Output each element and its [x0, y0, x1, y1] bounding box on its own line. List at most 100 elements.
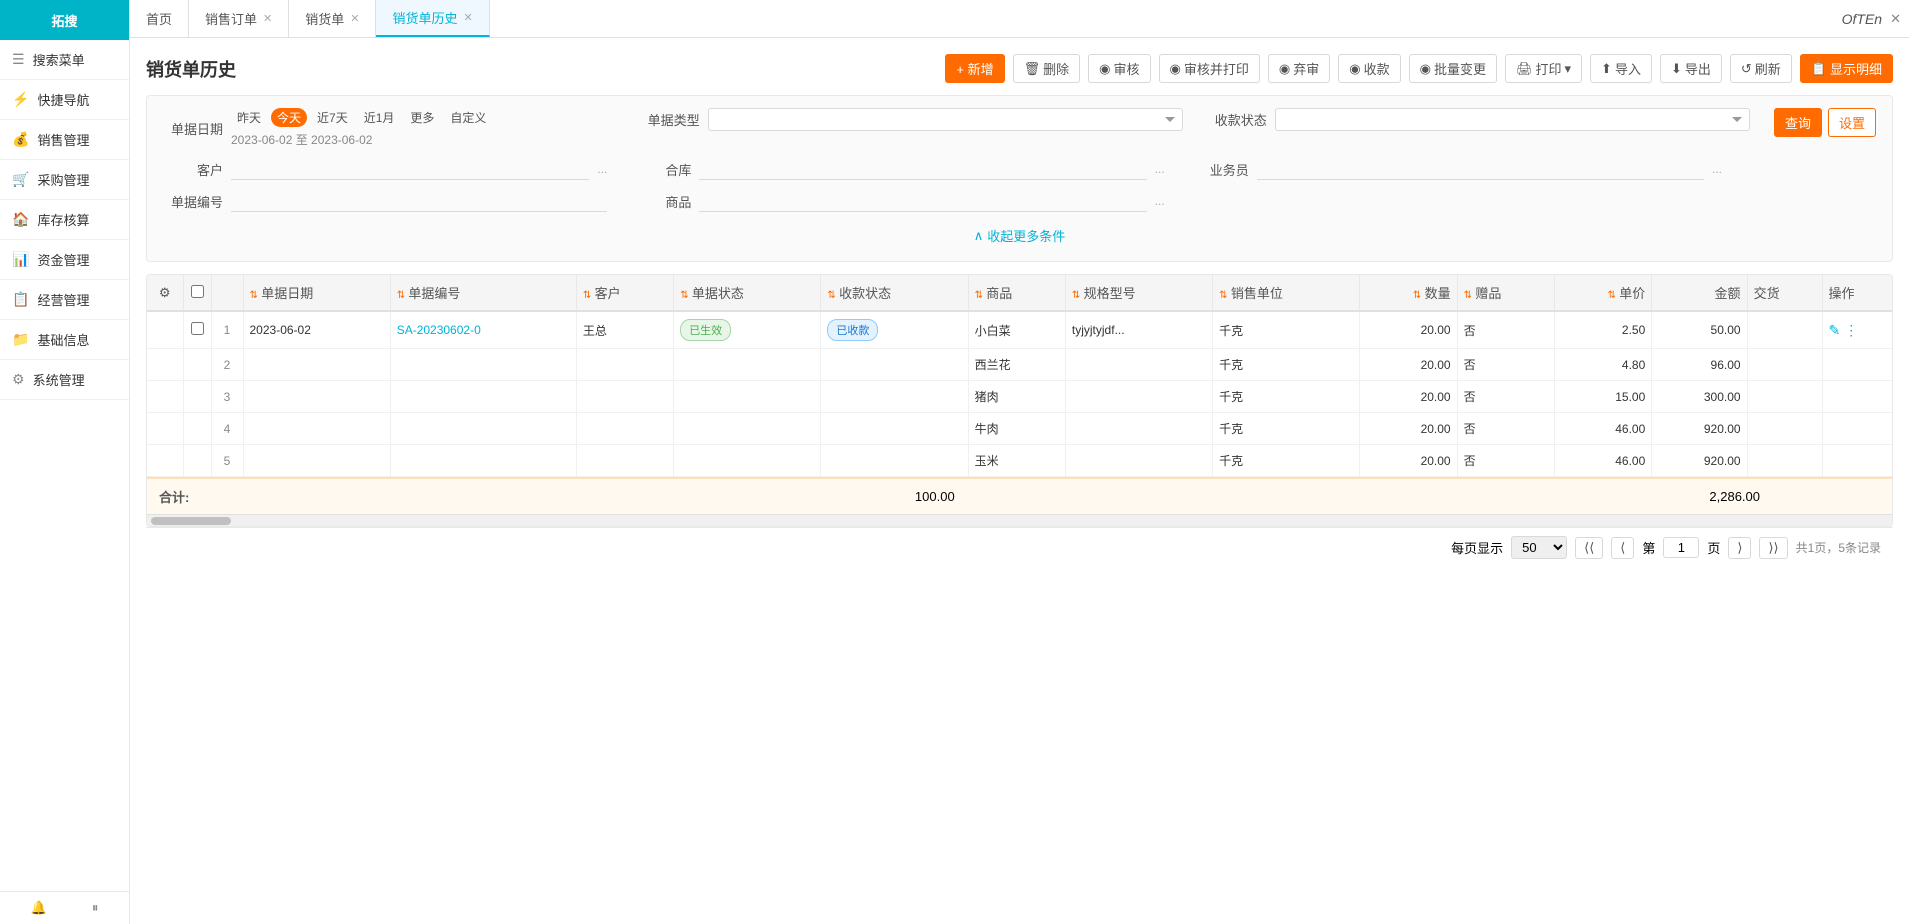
tab-sales-order[interactable]: 销售订单 ✕ [189, 0, 289, 37]
row-checkbox[interactable] [191, 322, 204, 335]
col-gift[interactable]: ⇅ 赠品 [1457, 275, 1554, 311]
page-number-input[interactable] [1663, 537, 1699, 558]
first-page-button[interactable]: ⟨⟨ [1575, 537, 1603, 559]
doc-type-select[interactable] [708, 108, 1183, 131]
shortcut-more[interactable]: 更多 [404, 108, 440, 127]
tab-close-sales-order[interactable]: ✕ [263, 12, 272, 25]
shortcut-1month[interactable]: 近1月 [358, 108, 401, 127]
sidebar-item-purchase-mgmt[interactable]: 🛒 采购管理 [0, 160, 129, 200]
goods-dots[interactable]: ... [1155, 194, 1165, 208]
refresh-button[interactable]: ↺ 刷新 [1730, 54, 1792, 83]
horizontal-scrollbar[interactable] [147, 514, 1892, 526]
col-unit-price[interactable]: ⇅ 单价 [1554, 275, 1651, 311]
import-button[interactable]: ⬆ 导入 [1590, 54, 1652, 83]
cell-checkbox [183, 349, 211, 381]
cell-unit: 千克 [1213, 311, 1360, 349]
col-customer[interactable]: ⇅ 客户 [576, 275, 673, 311]
print-button[interactable]: 🖨 打印 ▾ [1505, 54, 1582, 83]
page-suffix: 页 [1707, 538, 1720, 557]
query-button[interactable]: 查询 [1774, 108, 1822, 137]
col-goods[interactable]: ⇅ 商品 [968, 275, 1065, 311]
cell-doc-date [243, 445, 390, 477]
cell-amount: 300.00 [1652, 381, 1747, 413]
tab-home[interactable]: 首页 [130, 0, 189, 37]
agent-dots[interactable]: ... [1712, 162, 1722, 176]
cell-num: 2 [211, 349, 243, 381]
cell-action [1822, 381, 1892, 413]
agent-input[interactable] [1257, 158, 1704, 180]
print-icon: 🖨 [1516, 61, 1533, 77]
pause-icon[interactable]: ⏸ [92, 900, 99, 916]
delete-button[interactable]: 🗑 删除 [1013, 54, 1081, 83]
last-page-button[interactable]: ⟩⟩ [1759, 537, 1787, 559]
audit-button[interactable]: ◉ 审核 [1088, 54, 1150, 83]
col-doc-date[interactable]: ⇅ 单据日期 [243, 275, 390, 311]
col-unit[interactable]: ⇅ 销售单位 [1213, 275, 1360, 311]
col-action: 操作 [1822, 275, 1892, 311]
summary-qty: 100.00 [915, 489, 955, 504]
settings-button[interactable]: 设置 [1828, 108, 1876, 137]
goods-input[interactable] [699, 190, 1146, 212]
total-info: 共1页，5条记录 [1796, 539, 1881, 556]
customer-input[interactable] [231, 158, 589, 180]
new-button[interactable]: + 新增 [945, 54, 1004, 83]
warehouse-dots[interactable]: ... [1155, 162, 1165, 176]
filter-area: 单据日期 昨天 今天 近7天 近1月 更多 自定义 2023-06-02 至 2… [146, 95, 1893, 262]
cell-gift: 否 [1457, 381, 1554, 413]
batch-change-button[interactable]: ◉ 批量变更 [1409, 54, 1497, 83]
col-amount: 金额 [1652, 275, 1747, 311]
cell-customer [576, 445, 673, 477]
next-page-button[interactable]: ⟩ [1728, 537, 1751, 559]
collect-status-select[interactable] [1275, 108, 1750, 131]
select-all-checkbox[interactable] [191, 285, 204, 298]
notification-icon[interactable]: 🔔 [31, 900, 47, 916]
doc-no-input[interactable] [231, 190, 607, 212]
tab-sales-goods[interactable]: 销货单 ✕ [289, 0, 376, 37]
sidebar-item-sales-mgmt[interactable]: 💰 销售管理 [0, 120, 129, 160]
cell-doc-status [674, 413, 821, 445]
customer-label: 客户 [163, 160, 223, 179]
shortcut-custom[interactable]: 自定义 [444, 108, 492, 127]
sidebar-item-operations[interactable]: 📋 经营管理 [0, 280, 129, 320]
batch-change-icon: ◉ [1420, 61, 1431, 77]
cell-spec [1065, 413, 1212, 445]
display-button[interactable]: 📋 显示明细 [1800, 54, 1893, 83]
settings-icon[interactable]: ⚙ [159, 285, 171, 300]
tab-close-sales-goods[interactable]: ✕ [350, 12, 359, 25]
cell-doc-date [243, 381, 390, 413]
discard-button[interactable]: ◉ 弃审 [1268, 54, 1330, 83]
col-doc-no[interactable]: ⇅ 单据编号 [390, 275, 576, 311]
sidebar-item-finance[interactable]: 📊 资金管理 [0, 240, 129, 280]
shortcut-yesterday[interactable]: 昨天 [231, 108, 267, 127]
collect-button[interactable]: ◉ 收款 [1338, 54, 1400, 83]
tab-sales-history[interactable]: 销货单历史 ✕ [376, 0, 489, 37]
sidebar-item-quick-nav[interactable]: ⚡ 快捷导航 [0, 80, 129, 120]
summary-amount: 2,286.00 [1709, 489, 1760, 504]
scroll-thumb[interactable] [151, 517, 231, 525]
edit-icon[interactable]: ✎ [1829, 322, 1841, 339]
shortcut-7days[interactable]: 近7天 [311, 108, 354, 127]
sidebar-item-search-menu[interactable]: ☰ 搜索菜单 [0, 40, 129, 80]
shortcut-today[interactable]: 今天 [271, 108, 307, 127]
tab-bar-close-icon[interactable]: ✕ [1890, 11, 1901, 27]
cell-unit: 千克 [1213, 445, 1360, 477]
more-icon[interactable]: ⋮ [1844, 322, 1858, 339]
col-spec[interactable]: ⇅ 规格型号 [1065, 275, 1212, 311]
sidebar-item-system-mgmt[interactable]: ⚙ 系统管理 [0, 360, 129, 400]
tab-close-sales-history[interactable]: ✕ [464, 11, 473, 24]
export-button[interactable]: ⬇ 导出 [1660, 54, 1722, 83]
audit-print-button[interactable]: ◉ 审核并打印 [1159, 54, 1260, 83]
col-settings[interactable]: ⚙ [147, 275, 183, 311]
collapse-button[interactable]: ∧ 收起更多条件 [163, 222, 1876, 249]
sidebar-item-inventory[interactable]: 🏠 库存核算 [0, 200, 129, 240]
warehouse-input[interactable] [699, 158, 1146, 180]
col-collect-status[interactable]: ⇅ 收款状态 [821, 275, 968, 311]
per-page-select[interactable]: 50 20 100 [1511, 536, 1567, 559]
col-qty[interactable]: ⇅ 数量 [1360, 275, 1457, 311]
col-num [211, 275, 243, 311]
customer-dots[interactable]: ... [597, 162, 607, 176]
prev-page-button[interactable]: ⟨ [1611, 537, 1634, 559]
collect-icon: ◉ [1349, 61, 1360, 77]
sidebar-item-basic-info[interactable]: 📁 基础信息 [0, 320, 129, 360]
col-doc-status[interactable]: ⇅ 单据状态 [674, 275, 821, 311]
